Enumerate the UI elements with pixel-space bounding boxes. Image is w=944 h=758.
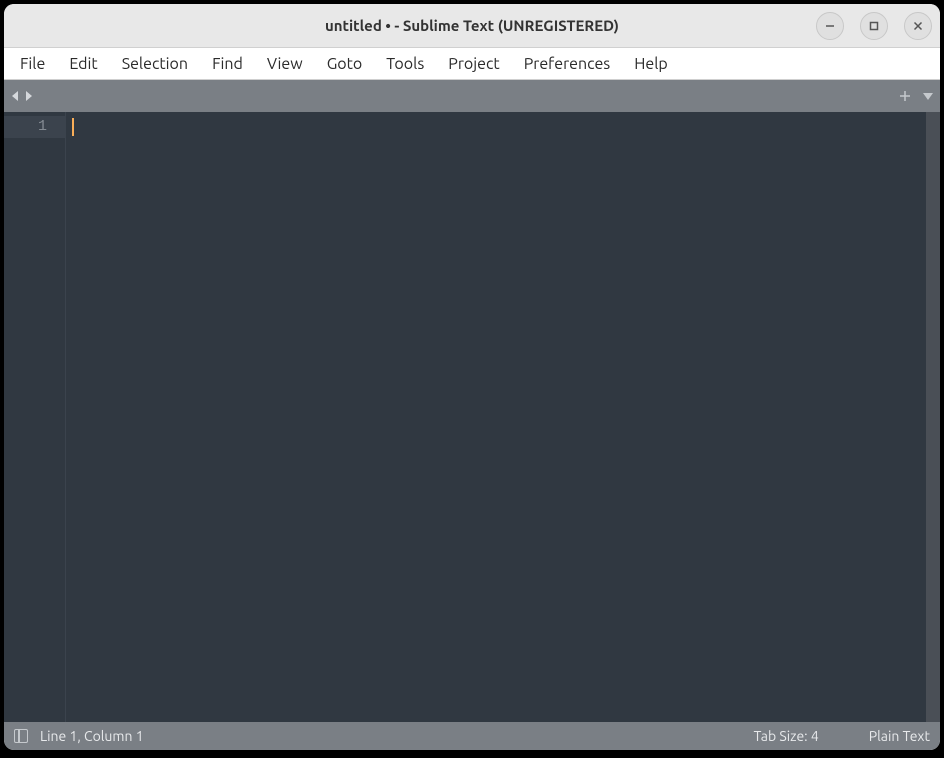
status-right: Tab Size: 4 Plain Text bbox=[754, 728, 930, 744]
statusbar: Line 1, Column 1 Tab Size: 4 Plain Text bbox=[4, 722, 940, 750]
tab-dropdown-button[interactable] bbox=[922, 91, 934, 101]
gutter: 1 bbox=[4, 112, 66, 722]
tab-nav bbox=[10, 90, 34, 102]
tabbar bbox=[4, 80, 940, 112]
plus-icon bbox=[898, 89, 912, 103]
cursor-position[interactable]: Line 1, Column 1 bbox=[40, 728, 144, 744]
menu-project[interactable]: Project bbox=[436, 51, 511, 77]
menu-edit[interactable]: Edit bbox=[57, 51, 109, 77]
editor-content[interactable] bbox=[66, 112, 926, 722]
syntax-selector[interactable]: Plain Text bbox=[869, 728, 930, 744]
line-number: 1 bbox=[4, 116, 65, 138]
tab-next-button[interactable] bbox=[24, 90, 34, 102]
maximize-button[interactable] bbox=[860, 12, 888, 40]
window-controls bbox=[816, 12, 932, 40]
tab-actions bbox=[898, 89, 934, 103]
editor-area: 1 bbox=[4, 112, 940, 722]
menu-selection[interactable]: Selection bbox=[110, 51, 200, 77]
menu-tools[interactable]: Tools bbox=[374, 51, 436, 77]
vertical-scrollbar[interactable] bbox=[926, 112, 940, 722]
text-cursor bbox=[72, 118, 74, 136]
menu-file[interactable]: File bbox=[8, 51, 57, 77]
status-left: Line 1, Column 1 bbox=[14, 728, 144, 744]
menu-preferences[interactable]: Preferences bbox=[512, 51, 623, 77]
sublime-window: untitled • - Sublime Text (UNREGISTERED)… bbox=[4, 4, 940, 750]
close-icon bbox=[912, 20, 924, 32]
maximize-icon bbox=[868, 20, 880, 32]
menu-find[interactable]: Find bbox=[200, 51, 255, 77]
chevron-down-icon bbox=[922, 91, 934, 101]
menu-help[interactable]: Help bbox=[622, 51, 680, 77]
tab-size-selector[interactable]: Tab Size: 4 bbox=[754, 728, 819, 744]
titlebar: untitled • - Sublime Text (UNREGISTERED) bbox=[4, 4, 940, 48]
menu-view[interactable]: View bbox=[255, 51, 315, 77]
menu-goto[interactable]: Goto bbox=[315, 51, 375, 77]
chevron-left-icon bbox=[10, 90, 20, 102]
chevron-right-icon bbox=[24, 90, 34, 102]
new-tab-button[interactable] bbox=[898, 89, 912, 103]
menubar: File Edit Selection Find View Goto Tools… bbox=[4, 48, 940, 80]
minimize-button[interactable] bbox=[816, 12, 844, 40]
minimize-icon bbox=[824, 20, 836, 32]
tab-prev-button[interactable] bbox=[10, 90, 20, 102]
close-button[interactable] bbox=[904, 12, 932, 40]
window-title: untitled • - Sublime Text (UNREGISTERED) bbox=[325, 17, 619, 34]
panel-toggle-icon[interactable] bbox=[14, 729, 28, 743]
